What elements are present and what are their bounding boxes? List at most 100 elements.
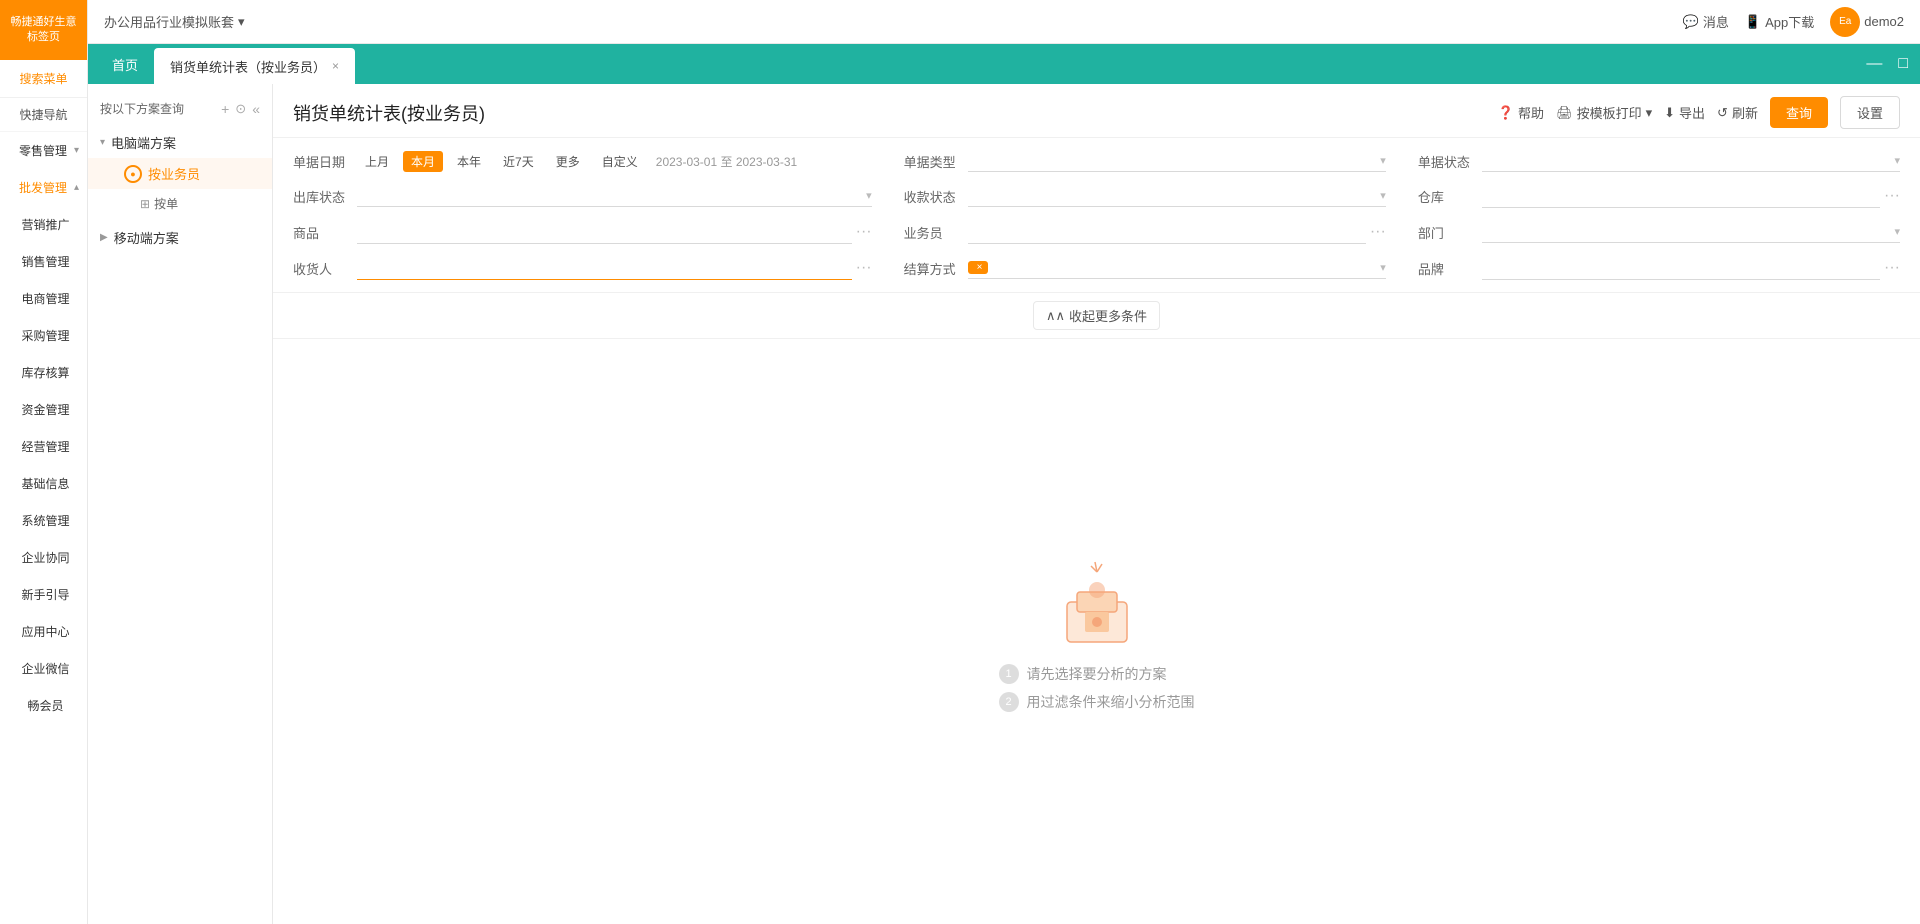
recv-status-label: 收款状态 [904, 187, 960, 206]
consignee-input[interactable] [357, 256, 852, 280]
sidebar-label-system: 系统管理 [12, 512, 79, 529]
tree-mobile-parent[interactable]: ▶ 移动端方案 [88, 222, 272, 253]
sidebar-item-member[interactable]: 畅会员 [0, 687, 87, 724]
brand-label: 品牌 [1418, 259, 1474, 278]
page-title: 销货单统计表(按业务员) [293, 100, 485, 126]
filter-section: 单据日期 上月 本月 本年 近7天 更多 自定义 2023-03-01 至 20… [273, 138, 1920, 293]
consignee-dots-icon[interactable]: ··· [856, 259, 872, 277]
tab-maximize-btn[interactable]: □ [1894, 51, 1912, 77]
sidebar-item-enterprise-wechat[interactable]: 企业微信 [0, 650, 87, 687]
filter-recv-status: 收款状态 ▾ [904, 185, 1386, 207]
sidebar-label-purchase: 采购管理 [12, 327, 79, 344]
right-panel: 销货单统计表(按业务员) ❓ 帮助 🖨 按模板打印 ▾ ⬇ 导出 [273, 84, 1920, 924]
print-icon: 🖨 [1556, 105, 1573, 121]
sidebar-item-finance[interactable]: 资金管理 [0, 391, 87, 428]
date-btn-this-month[interactable]: 本月 [403, 151, 443, 172]
sidebar-item-sales[interactable]: 销售管理 [0, 243, 87, 280]
account-name: 办公用品行业模拟账套 [104, 12, 234, 31]
doc-status-select[interactable]: ▾ [1482, 150, 1900, 172]
sidebar-label-wholesale: 批发管理 [12, 179, 74, 196]
sidebar-item-guide[interactable]: 新手引导 [0, 576, 87, 613]
brand-dots-icon[interactable]: ··· [1884, 259, 1900, 277]
date-btn-7days[interactable]: 近7天 [495, 151, 542, 172]
arrow-icon: ▴ [74, 182, 79, 193]
sidebar-item-ecommerce[interactable]: 电商管理 [0, 280, 87, 317]
edit-scheme-btn[interactable]: ⊙ [235, 101, 246, 117]
tree-child-salesperson[interactable]: ● 按业务员 [88, 158, 272, 189]
sidebar-item-basics[interactable]: 基础信息 [0, 465, 87, 502]
tree-desktop-parent[interactable]: ▾ 电脑端方案 [88, 127, 272, 158]
empty-steps: 1 请先选择要分析的方案 2 用过滤条件来缩小分析范围 [999, 664, 1195, 712]
empty-state: 1 请先选择要分析的方案 2 用过滤条件来缩小分析范围 [273, 339, 1920, 924]
logo[interactable]: 畅捷通好生意标签页 [0, 0, 87, 60]
payment-tag-close-btn[interactable]: × [977, 262, 983, 273]
collapse-panel-btn[interactable]: « [252, 101, 260, 117]
date-btn-this-year[interactable]: 本年 [449, 151, 489, 172]
step-num-2: 2 [999, 692, 1019, 712]
app-download-label: App下载 [1765, 12, 1814, 31]
top-header: 办公用品行业模拟账套 ▾ 💬 消息 📱 App下载 Ea demo2 [88, 0, 1920, 44]
filter-brand: 品牌 ··· [1418, 256, 1900, 280]
app-download-btn[interactable]: 📱 App下载 [1745, 12, 1814, 31]
sidebar-item-app-center[interactable]: 应用中心 [0, 613, 87, 650]
tab-close-btn[interactable]: × [332, 59, 339, 73]
template-print-btn[interactable]: 🖨 按模板打印 ▾ [1556, 103, 1652, 122]
download-icon: 📱 [1745, 14, 1761, 30]
filter-row-1: 单据日期 上月 本月 本年 近7天 更多 自定义 2023-03-01 至 20… [293, 150, 1900, 172]
tab-minimize-btn[interactable]: — [1862, 51, 1886, 77]
sidebar-label-app-center: 应用中心 [12, 623, 79, 640]
warehouse-dots-icon[interactable]: ··· [1884, 187, 1900, 205]
export-btn[interactable]: ⬇ 导出 [1664, 103, 1705, 122]
dept-arrow-icon: ▾ [1894, 225, 1900, 238]
date-btn-more[interactable]: 更多 [548, 151, 588, 172]
filter-out-status: 出库状态 ▾ [293, 185, 872, 207]
left-panel: 按以下方案查询 + ⊙ « ▾ 电脑端方案 ● 按业务员 ⊞ 按单 [88, 84, 273, 924]
query-button[interactable]: 查询 [1770, 97, 1828, 128]
settings-button[interactable]: 设置 [1840, 96, 1900, 129]
sidebar-item-system[interactable]: 系统管理 [0, 502, 87, 539]
sidebar-quick-nav[interactable]: 快捷导航 [0, 98, 87, 132]
salesperson-input[interactable] [968, 220, 1366, 244]
sidebar-search[interactable]: 搜索菜单 [0, 60, 87, 98]
filter-row-4: 收货人 ··· 结算方式 × ▾ [293, 256, 1900, 280]
sidebar-item-cooperation[interactable]: 企业协同 [0, 539, 87, 576]
export-icon: ⬇ [1664, 105, 1675, 121]
goods-input[interactable] [357, 220, 852, 244]
doc-type-select[interactable]: ▾ [968, 150, 1386, 172]
sidebar-label-enterprise-wechat: 企业微信 [12, 660, 79, 677]
messages-btn[interactable]: 💬 消息 [1683, 12, 1729, 31]
salesperson-dots-icon[interactable]: ··· [1370, 223, 1386, 241]
goods-dots-icon[interactable]: ··· [856, 223, 872, 241]
account-dropdown[interactable]: 办公用品行业模拟账套 ▾ [104, 12, 245, 31]
tree-mobile-label: 移动端方案 [114, 228, 179, 247]
collapse-filters-btn[interactable]: ∧∧ 收起更多条件 [1033, 301, 1160, 330]
warehouse-input[interactable] [1482, 184, 1880, 208]
date-btn-custom[interactable]: 自定义 [594, 151, 646, 172]
sidebar-item-retail[interactable]: 零售管理 ▾ [0, 132, 87, 169]
payment-select[interactable]: × ▾ [968, 257, 1386, 279]
user-avatar-btn[interactable]: Ea demo2 [1830, 7, 1904, 37]
brand-input[interactable] [1482, 256, 1880, 280]
doc-type-label: 单据类型 [904, 152, 960, 171]
tree-child-salesperson-label: 按业务员 [148, 164, 200, 183]
sidebar-item-inventory[interactable]: 库存核算 [0, 354, 87, 391]
add-scheme-btn[interactable]: + [221, 101, 229, 117]
sidebar-item-marketing[interactable]: 营销推广 [0, 206, 87, 243]
sidebar-item-operations[interactable]: 经营管理 [0, 428, 87, 465]
sidebar-item-wholesale[interactable]: 批发管理 ▴ [0, 169, 87, 206]
dept-select[interactable]: ▾ [1482, 221, 1900, 243]
tab-sales-stats[interactable]: 销货单统计表（按业务员） × [154, 48, 355, 84]
message-icon: 💬 [1683, 14, 1699, 30]
filter-date: 单据日期 上月 本月 本年 近7天 更多 自定义 2023-03-01 至 20… [293, 151, 872, 172]
refresh-btn[interactable]: ↺ 刷新 [1717, 103, 1758, 122]
step-1-text: 请先选择要分析的方案 [1027, 664, 1167, 684]
date-btn-last-month[interactable]: 上月 [357, 151, 397, 172]
sidebar-item-purchase[interactable]: 采购管理 [0, 317, 87, 354]
out-status-select[interactable]: ▾ [357, 185, 872, 207]
help-btn[interactable]: ❓ 帮助 [1498, 103, 1544, 122]
filter-dept: 部门 ▾ [1418, 221, 1900, 243]
recv-status-select[interactable]: ▾ [968, 185, 1386, 207]
tab-home[interactable]: 首页 [96, 44, 154, 84]
tree-sub-child-order[interactable]: ⊞ 按单 [88, 189, 272, 218]
consignee-label: 收货人 [293, 259, 349, 278]
